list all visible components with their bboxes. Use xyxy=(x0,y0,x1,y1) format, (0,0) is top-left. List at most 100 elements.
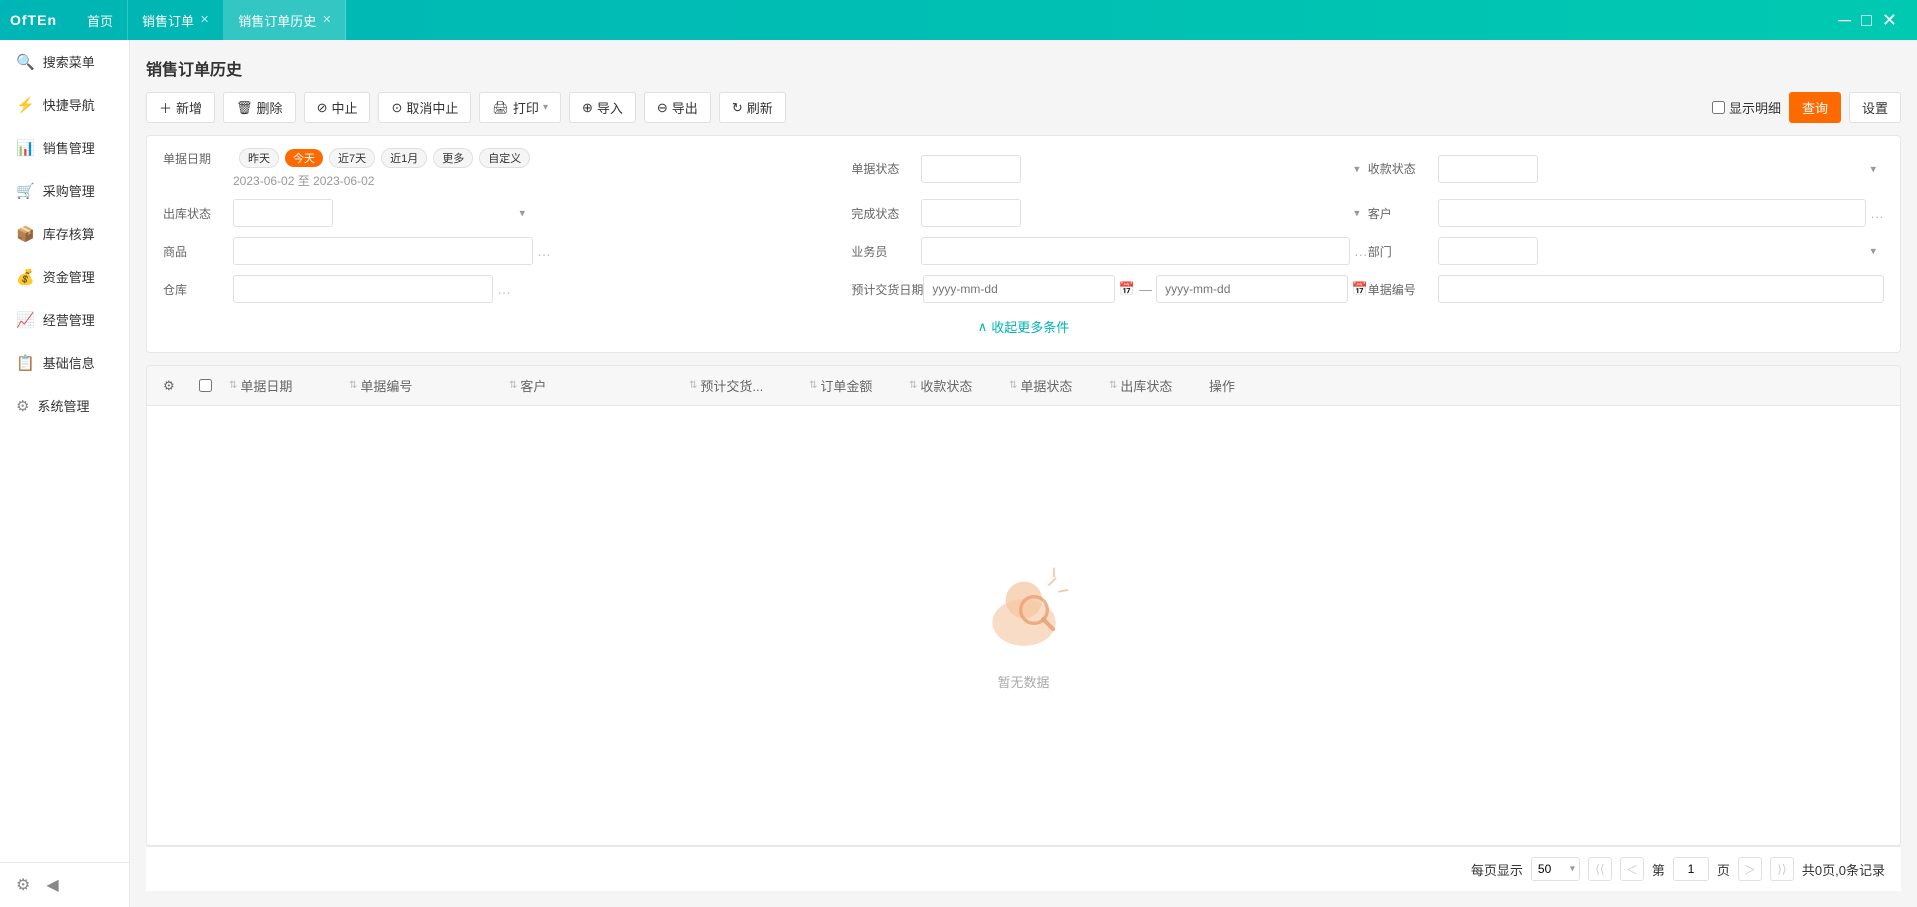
export-button[interactable]: ⊖ 导出 xyxy=(644,92,711,123)
th-date[interactable]: ⇅ 单据日期 xyxy=(221,376,341,395)
tab-sales-history-close[interactable]: ✕ xyxy=(322,15,331,26)
refresh-button[interactable]: ↻ 刷新 xyxy=(719,92,786,123)
warehouse-input[interactable] xyxy=(233,275,493,303)
select-all-checkbox[interactable] xyxy=(199,379,212,392)
date-7days[interactable]: 近7天 xyxy=(329,148,375,168)
sidebar-item-inventory[interactable]: 📦 库存核算 xyxy=(0,212,129,255)
th-customer[interactable]: ⇅ 客户 xyxy=(501,376,681,395)
date-1month[interactable]: 近1月 xyxy=(381,148,427,168)
sidebar-settings-icon[interactable]: ⚙ xyxy=(16,875,30,895)
date-custom[interactable]: 自定义 xyxy=(479,148,530,168)
delivery-date-end[interactable] xyxy=(1156,275,1347,303)
warehouse-status-select[interactable] xyxy=(233,199,333,227)
th-action: 操作 xyxy=(1201,376,1892,395)
th-delivery[interactable]: ⇅ 预计交货... xyxy=(681,376,801,395)
complete-status-select[interactable] xyxy=(921,199,1021,227)
delivery-date-end-icon[interactable]: 📅 xyxy=(1352,281,1368,297)
import-button[interactable]: ⊕ 导入 xyxy=(569,92,636,123)
add-button[interactable]: ＋ 新增 xyxy=(146,92,215,123)
bill-status-select[interactable] xyxy=(921,155,1021,183)
minimize-btn[interactable]: ─ xyxy=(1838,11,1851,29)
import-icon: ⊕ xyxy=(582,100,593,116)
sidebar-item-base-info[interactable]: 📋 基础信息 xyxy=(0,341,129,384)
print-button[interactable]: 🖨 打印 ▾ xyxy=(479,92,561,123)
page-number-input[interactable] xyxy=(1673,857,1709,881)
sidebar-item-system[interactable]: ⚙ 系统管理 xyxy=(0,384,129,427)
th-out-status[interactable]: ⇅ 出库状态 xyxy=(1101,376,1201,395)
th-settings[interactable]: ⚙ xyxy=(155,378,191,394)
salesperson-more-icon[interactable]: … xyxy=(1354,243,1368,259)
sidebar-item-sales-mgmt[interactable]: 📊 销售管理 xyxy=(0,126,129,169)
delete-label: 删除 xyxy=(257,98,283,117)
settings-col-icon: ⚙ xyxy=(163,378,175,394)
delivery-date-start-icon[interactable]: 📅 xyxy=(1119,281,1135,297)
th-code-label: 单据编号 xyxy=(360,376,412,395)
order-no-input[interactable] xyxy=(1438,275,1884,303)
customer-more-icon[interactable]: … xyxy=(1870,205,1884,221)
tab-home[interactable]: 首页 xyxy=(73,0,128,40)
table-body: 暂无数据 xyxy=(147,406,1900,845)
tab-home-label: 首页 xyxy=(87,11,113,30)
sort-out-icon: ⇅ xyxy=(1109,380,1117,391)
product-input[interactable] xyxy=(233,237,533,265)
main-layout: 🔍 搜索菜单 ⚡ 快捷导航 📊 销售管理 🛒 采购管理 📦 库存核算 💰 资金管… xyxy=(0,40,1917,907)
date-more[interactable]: 更多 xyxy=(433,148,473,168)
customer-label: 客户 xyxy=(1368,205,1438,222)
collapse-button[interactable]: ∧ 收起更多条件 xyxy=(163,313,1884,340)
date-today[interactable]: 今天 xyxy=(285,149,323,167)
date-yesterday[interactable]: 昨天 xyxy=(239,148,279,168)
th-amount-label: 订单金额 xyxy=(820,376,872,395)
sidebar-item-operations[interactable]: 📈 经营管理 xyxy=(0,298,129,341)
settings-button[interactable]: 设置 xyxy=(1849,92,1901,123)
page-title: 销售订单历史 xyxy=(146,56,1901,80)
sidebar-item-purchase-label: 采购管理 xyxy=(43,181,95,200)
sidebar-collapse-icon[interactable]: ◀ xyxy=(46,875,58,895)
customer-input[interactable] xyxy=(1438,199,1866,227)
close-btn[interactable]: ✕ xyxy=(1882,11,1897,29)
th-date-label: 单据日期 xyxy=(240,376,292,395)
delete-button[interactable]: 🗑 删除 xyxy=(223,92,296,123)
page-next-btn[interactable]: ＞ xyxy=(1738,857,1762,881)
page-prev-btn[interactable]: ＜ xyxy=(1620,857,1644,881)
window-actions: ─ □ ✕ xyxy=(1838,11,1907,29)
salesperson-input[interactable] xyxy=(921,237,1349,265)
maximize-btn[interactable]: □ xyxy=(1861,11,1872,29)
sort-delivery-icon: ⇅ xyxy=(689,380,697,391)
query-button[interactable]: 查询 xyxy=(1789,92,1841,123)
complete-status-filter: 完成状态 xyxy=(851,199,1367,227)
tab-sales-order-close[interactable]: ✕ xyxy=(200,15,209,26)
sidebar: 🔍 搜索菜单 ⚡ 快捷导航 📊 销售管理 🛒 采购管理 📦 库存核算 💰 资金管… xyxy=(0,40,130,907)
warehouse-more-icon[interactable]: … xyxy=(497,281,511,297)
page-last-btn[interactable]: ⟩⟩ xyxy=(1770,857,1794,881)
sidebar-item-sales-label: 销售管理 xyxy=(43,138,95,157)
order-no-label: 单据编号 xyxy=(1368,281,1438,298)
th-check[interactable] xyxy=(191,379,221,392)
product-more-icon[interactable]: … xyxy=(537,243,551,259)
th-payment-status[interactable]: ⇅ 收款状态 xyxy=(901,376,1001,395)
tab-sales-history[interactable]: 销售订单历史 ✕ xyxy=(224,0,346,40)
th-bill-status[interactable]: ⇅ 单据状态 xyxy=(1001,376,1101,395)
page-first-btn[interactable]: ⟨⟨ xyxy=(1588,857,1612,881)
sidebar-item-quick-nav[interactable]: ⚡ 快捷导航 xyxy=(0,83,129,126)
th-code[interactable]: ⇅ 单据编号 xyxy=(341,376,501,395)
department-filter: 部门 xyxy=(1368,237,1884,265)
department-select[interactable] xyxy=(1438,237,1538,265)
sidebar-item-purchase-mgmt[interactable]: 🛒 采购管理 xyxy=(0,169,129,212)
stop-button[interactable]: ⊘ 中止 xyxy=(304,92,371,123)
display-detail-checkbox[interactable] xyxy=(1712,101,1725,114)
th-amount[interactable]: ⇅ 订单金额 xyxy=(801,376,901,395)
sidebar-item-finance[interactable]: 💰 资金管理 xyxy=(0,255,129,298)
print-arrow-icon: ▾ xyxy=(543,102,548,113)
sort-date-icon: ⇅ xyxy=(229,380,237,391)
sidebar-item-search-menu[interactable]: 🔍 搜索菜单 xyxy=(0,40,129,83)
page-size-select[interactable]: 50 10 20 100 xyxy=(1531,857,1580,881)
system-icon: ⚙ xyxy=(16,397,29,415)
cancel-stop-button[interactable]: ⊙ 取消中止 xyxy=(378,92,471,123)
display-detail-toggle[interactable]: 显示明细 xyxy=(1712,98,1781,117)
delivery-date-start[interactable] xyxy=(923,275,1114,303)
payment-status-select[interactable] xyxy=(1438,155,1538,183)
sidebar-bottom: ⚙ ◀ xyxy=(0,862,129,907)
brand-logo: OfTEn xyxy=(10,12,57,28)
tab-sales-order[interactable]: 销售订单 ✕ xyxy=(128,0,224,40)
product-label: 商品 xyxy=(163,243,233,260)
